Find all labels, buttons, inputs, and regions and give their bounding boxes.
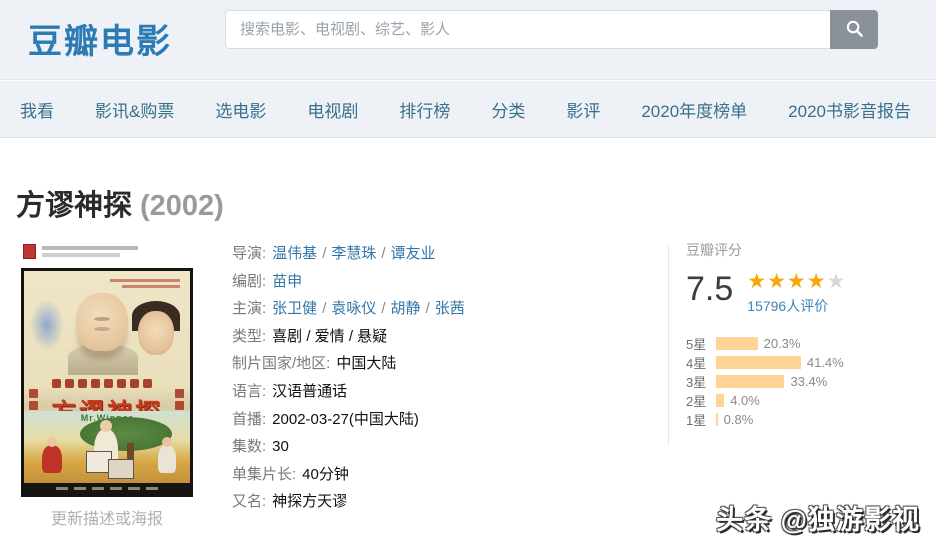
star-icon: ★ [747,270,767,293]
poster-lead-actress-face [140,315,172,353]
person-link[interactable]: 温伟基 [272,245,317,262]
dist-row-5star: 5星20.3% [686,334,926,353]
site-header: 豆瓣电影 [0,0,936,80]
nav-item-mine[interactable]: 我看 [20,97,54,122]
nav-item-reviews[interactable]: 影评 [566,97,600,122]
nav-item-ranking[interactable]: 排行榜 [399,97,450,122]
dist-bar [716,337,758,350]
star-icon: ★ [767,270,787,293]
movie-year: (2002) [140,190,224,222]
star-icon: ★ [827,270,847,293]
movie-name: 方谬神探 [16,190,132,222]
info-row-stars: 主演:张卫健/袁咏仪/胡静/张茜 [232,295,652,323]
poster-dragon-motif [30,299,64,351]
person-link[interactable]: 袁咏仪 [331,300,376,317]
info-value: 汉语普通话 [272,383,347,400]
info-row-premiere: 首播:2002-03-27(中国大陆) [232,406,652,434]
info-row-runtime: 单集片长:40分钟 [232,461,652,489]
dist-bar [716,356,801,369]
rating-votes-link[interactable]: 15796人评价 [747,296,846,316]
nav-item-tv[interactable]: 电视剧 [307,97,358,122]
info-row-writer: 编剧:苗申 [232,268,652,296]
dist-row-2star: 2星4.0% [686,391,926,410]
search-input[interactable] [225,10,830,49]
star-icon: ★ [807,270,827,293]
info-value: 30 [272,438,289,455]
star-icon: ★ [787,270,807,293]
star-rating: ★★★★★ [747,272,846,292]
poster-artwork: 方谬神探 Mr.Winner [21,268,193,497]
nav-item-2020-report[interactable]: 2020书影音报告 [788,97,911,122]
poster-scene: Mr.Winner [24,411,190,483]
dist-bar [716,413,718,426]
info-value: 中国大陆 [336,355,396,372]
site-logo[interactable]: 豆瓣电影 [28,14,172,63]
update-poster-link[interactable]: 更新描述或海报 [15,505,199,529]
info-row-episodes: 集数:30 [232,433,652,461]
search-icon [845,19,864,41]
info-row-aka: 又名:神探方天谬 [232,488,652,516]
search-bar [225,10,878,49]
rating-section-label: 豆瓣评分 [686,240,926,260]
page-title: 方谬神探(2002) [16,182,224,224]
info-row-language: 语言:汉语普通话 [232,378,652,406]
rating-score: 7.5 [686,272,733,316]
studio-logo [23,244,36,259]
dist-row-1star: 1星0.8% [686,410,926,429]
movie-info: 导演:温伟基/李慧珠/谭友业 编剧:苗申 主演:张卫健/袁咏仪/胡静/张茜 类型… [232,240,652,516]
main-nav: 我看 影讯&购票 选电影 电视剧 排行榜 分类 影评 2020年度榜单 2020… [0,81,936,138]
rating-distribution: 5星20.3% 4星41.4% 3星33.4% 2星4.0% 1星0.8% [686,334,926,429]
info-row-region: 制片国家/地区:中国大陆 [232,350,652,378]
person-link[interactable]: 苗申 [272,273,302,290]
nav-item-category[interactable]: 分类 [491,97,525,122]
person-link[interactable]: 张茜 [435,300,465,317]
nav-item-2020-list[interactable]: 2020年度榜单 [641,97,747,122]
dist-row-3star: 3星33.4% [686,372,926,391]
info-value: 喜剧 / 爱情 / 悬疑 [272,328,387,345]
poster-studio-banner [15,240,199,266]
person-link[interactable]: 张卫健 [272,300,317,317]
search-button[interactable] [830,10,878,49]
nav-item-showtimes[interactable]: 影讯&购票 [95,97,174,122]
movie-poster[interactable]: 方谬神探 Mr.Winner [15,240,199,497]
rating-panel: 豆瓣评分 7.5 ★★★★★ 15796人评价 5星20.3% 4星41.4% … [686,240,926,429]
info-row-director: 导演:温伟基/李慧珠/谭友业 [232,240,652,268]
nav-item-pick-movie[interactable]: 选电影 [215,97,266,122]
info-row-genre: 类型:喜剧 / 爱情 / 悬疑 [232,323,652,351]
dist-bar [716,394,724,407]
toutiao-watermark: 头条 @独游影视 [716,498,920,537]
rating-divider [668,246,669,446]
dist-row-4star: 4星41.4% [686,353,926,372]
person-link[interactable]: 李慧珠 [331,245,376,262]
poster-lead-actor-face [76,293,128,351]
dist-bar [716,375,784,388]
person-link[interactable]: 胡静 [391,300,421,317]
info-value: 40分钟 [302,466,349,483]
info-value: 神探方天谬 [272,493,347,510]
person-link[interactable]: 谭友业 [391,245,436,262]
info-value: 2002-03-27(中国大陆) [272,411,419,428]
